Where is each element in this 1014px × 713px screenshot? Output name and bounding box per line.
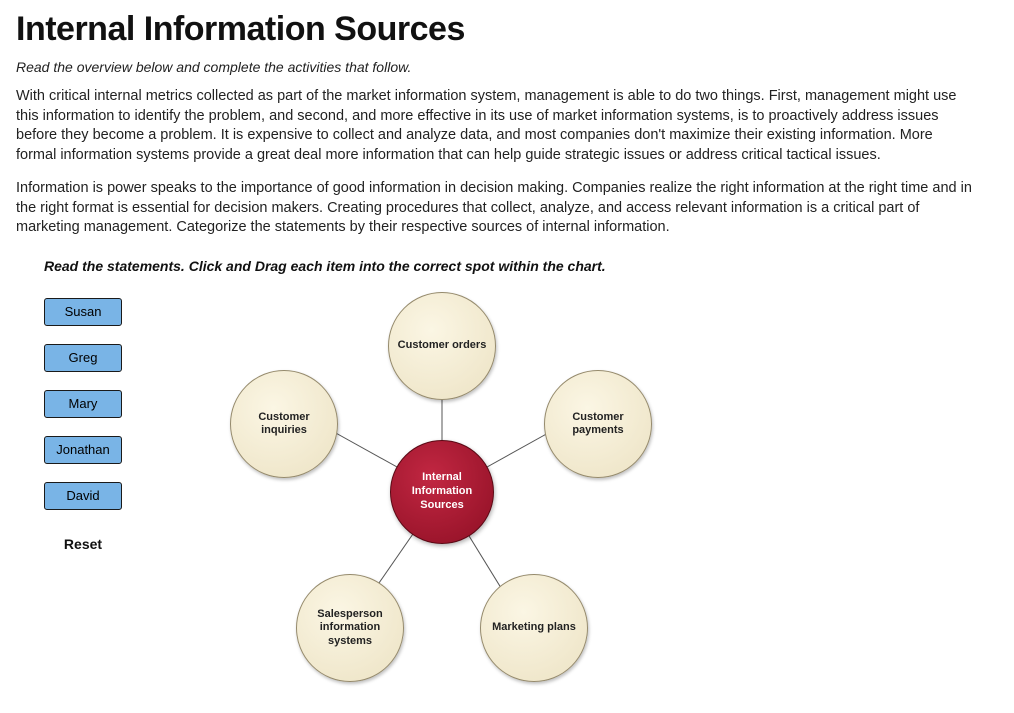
drag-chip-jonathan[interactable]: Jonathan — [44, 436, 122, 464]
paragraph-1: With critical internal metrics collected… — [16, 87, 976, 165]
activity-area: Read the statements. Click and Drag each… — [16, 258, 998, 692]
drag-chip-mary[interactable]: Mary — [44, 390, 122, 418]
activity-instruction: Read the statements. Click and Drag each… — [44, 258, 998, 274]
overview-instruction: Read the overview below and complete the… — [16, 59, 998, 75]
drop-target-salesperson-info[interactable]: Salesperson information systems — [296, 574, 404, 682]
drop-target-customer-payments[interactable]: Customer payments — [544, 370, 652, 478]
drag-chip-susan[interactable]: Susan — [44, 298, 122, 326]
drag-chips-column: Susan Greg Mary Jonathan David — [44, 298, 122, 510]
spoke-diagram: Internal Information Sources Customer or… — [182, 292, 702, 692]
reset-button[interactable]: Reset — [44, 536, 122, 552]
paragraph-2: Information is power speaks to the impor… — [16, 179, 976, 238]
page-title: Internal Information Sources — [16, 10, 998, 49]
drop-target-customer-orders[interactable]: Customer orders — [388, 292, 496, 400]
drag-chip-david[interactable]: David — [44, 482, 122, 510]
drag-chip-greg[interactable]: Greg — [44, 344, 122, 372]
drop-target-marketing-plans[interactable]: Marketing plans — [480, 574, 588, 682]
drop-target-customer-inquiries[interactable]: Customer inquiries — [230, 370, 338, 478]
center-node[interactable]: Internal Information Sources — [390, 440, 494, 544]
